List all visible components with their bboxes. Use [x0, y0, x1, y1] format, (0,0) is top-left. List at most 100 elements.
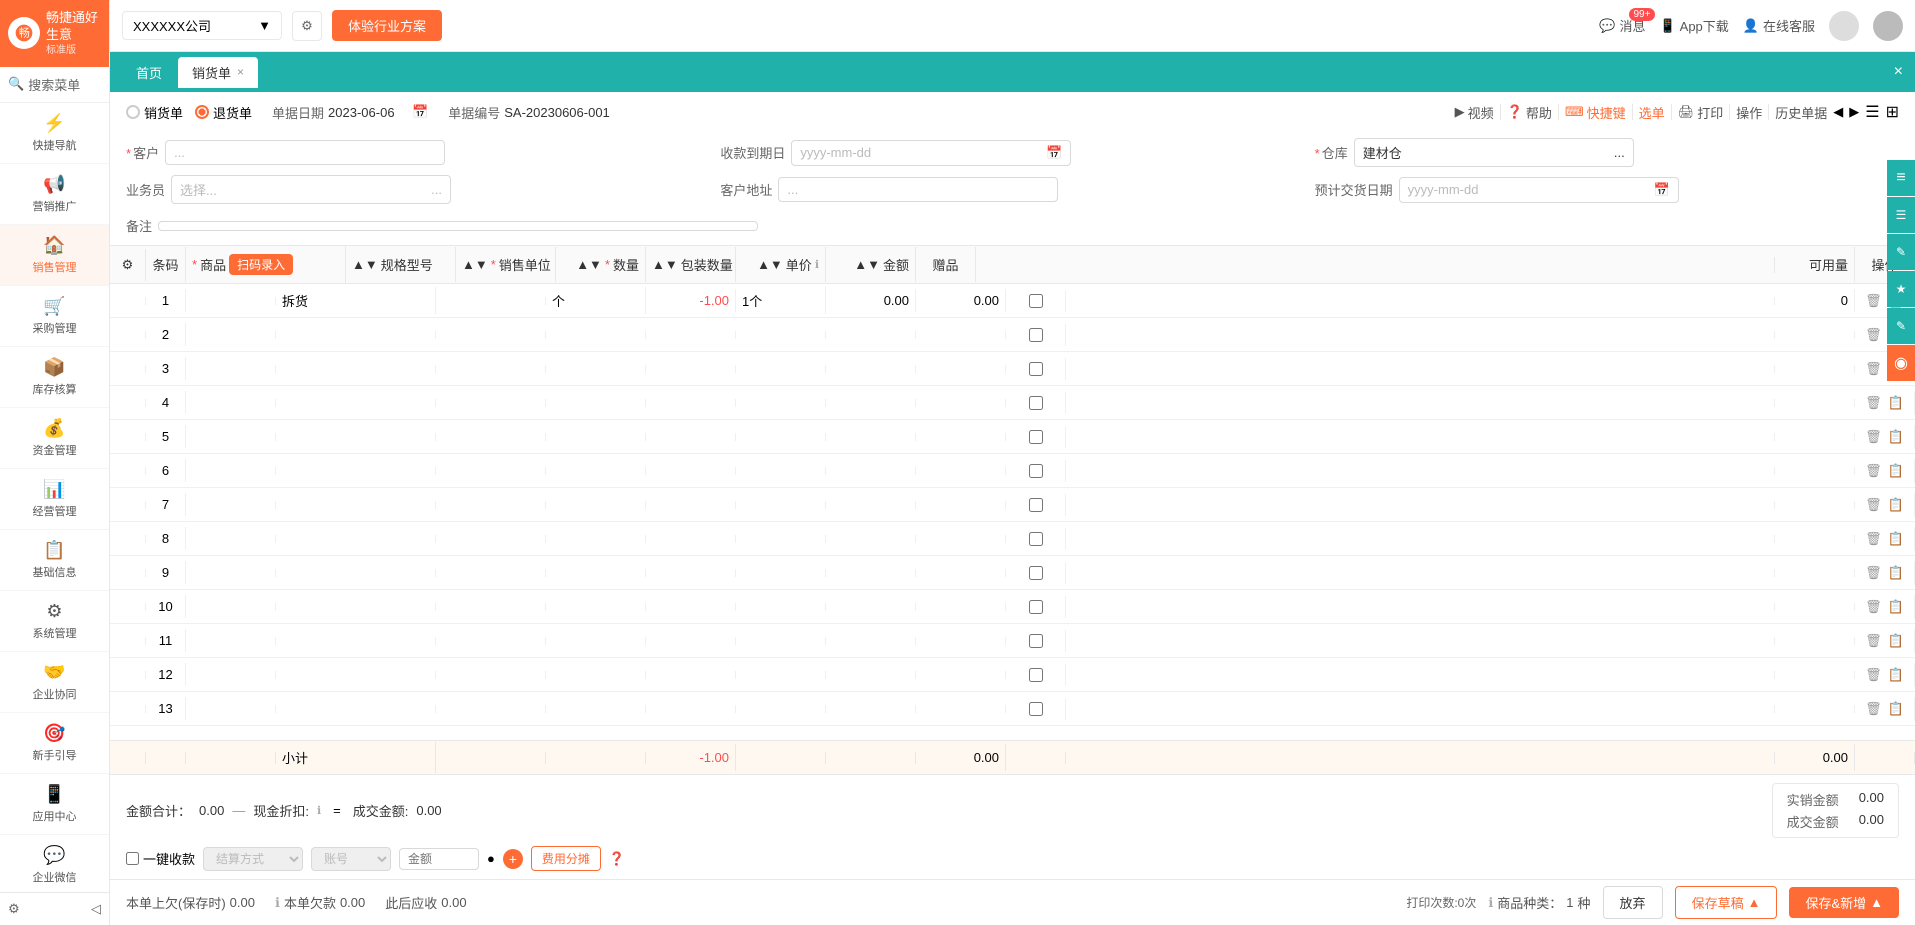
online-service-button[interactable]: 👤 在线客服	[1743, 16, 1815, 35]
td-spec-1[interactable]	[436, 297, 546, 305]
td-unit-2[interactable]	[546, 331, 646, 339]
delete-icon-2[interactable]: 🗑	[1865, 327, 1882, 343]
shortcut-btn[interactable]: ⌨ 快捷键	[1565, 103, 1626, 122]
delete-icon-7[interactable]: 🗑	[1865, 497, 1882, 513]
salesperson-input[interactable]: 选择... ...	[171, 175, 451, 204]
collapse-icon[interactable]: ◁	[91, 901, 101, 917]
sidebar-search[interactable]: 🔍 搜索菜单	[0, 67, 109, 103]
delete-icon-10[interactable]: 🗑	[1865, 599, 1882, 615]
td-spec-2[interactable]	[436, 331, 546, 339]
sidebar-item-quick-nav[interactable]: ⚡ 快捷导航	[0, 103, 109, 164]
video-btn[interactable]: ▶ 视频	[1455, 103, 1494, 122]
scan-button[interactable]: 扫码录入	[229, 254, 293, 275]
next-icon[interactable]: ▶	[1849, 104, 1859, 120]
copy-icon-12[interactable]: 📋	[1888, 667, 1904, 683]
help-btn[interactable]: ❓ 帮助	[1507, 103, 1552, 122]
sidebar-item-system[interactable]: ⚙ 系统管理	[0, 591, 109, 652]
delete-icon-5[interactable]: 🗑	[1865, 429, 1882, 445]
date-value[interactable]: 2023-06-06	[328, 105, 408, 120]
td-pack-1[interactable]: 1个	[736, 287, 826, 314]
calendar-icon[interactable]: 📅	[412, 104, 428, 120]
td-product-1[interactable]: 拆货	[276, 287, 436, 314]
prev-icon[interactable]: ◀	[1833, 104, 1843, 120]
select-btn[interactable]: 选单	[1639, 103, 1665, 122]
delete-icon-13[interactable]: 🗑	[1865, 701, 1882, 717]
delete-icon-1[interactable]: 🗑	[1865, 293, 1882, 309]
copy-icon-7[interactable]: 📋	[1888, 497, 1904, 513]
rf-btn-3[interactable]: ✎	[1887, 234, 1915, 270]
delivery-date-input[interactable]: yyyy-mm-dd 📅	[1399, 177, 1679, 203]
rf-btn-5[interactable]: ✎	[1887, 308, 1915, 344]
print-btn[interactable]: 🖨 打印	[1678, 103, 1724, 122]
tab-close-icon[interactable]: ×	[237, 65, 244, 79]
copy-icon-6[interactable]: 📋	[1888, 463, 1904, 479]
td-price-2[interactable]	[826, 331, 916, 339]
sidebar-item-finance[interactable]: 💰 资金管理	[0, 408, 109, 469]
td-note-1[interactable]	[1066, 297, 1775, 305]
customer-addr-input[interactable]: ...	[778, 177, 1058, 202]
copy-icon-4[interactable]: 📋	[1888, 395, 1904, 411]
experience-button[interactable]: 体验行业方案	[332, 10, 442, 41]
td-unit-1[interactable]: 个	[546, 287, 646, 314]
one-click-pay-checkbox[interactable]: 一键收款	[126, 849, 195, 868]
save-draft-button[interactable]: 保存草稿 ▲	[1675, 886, 1778, 919]
tab-active[interactable]: 销货单 ×	[178, 57, 258, 88]
customer-input[interactable]: ...	[165, 140, 445, 165]
due-date-input[interactable]: yyyy-mm-dd 📅	[791, 140, 1071, 166]
rf-btn-orange[interactable]: ◉	[1887, 345, 1915, 381]
message-button[interactable]: 💬 消息 99+	[1599, 16, 1645, 35]
td-note-2[interactable]	[1066, 331, 1775, 339]
delete-icon-9[interactable]: 🗑	[1865, 565, 1882, 581]
delete-icon-6[interactable]: 🗑	[1865, 463, 1882, 479]
copy-icon-5[interactable]: 📋	[1888, 429, 1904, 445]
th-settings[interactable]: ⚙	[110, 249, 146, 281]
sale-radio[interactable]: 销货单	[126, 103, 183, 122]
app-download-button[interactable]: 📱 App下载	[1659, 16, 1728, 35]
warehouse-input[interactable]: 建材仓 ...	[1354, 138, 1634, 167]
sidebar-item-guide[interactable]: 🎯 新手引导	[0, 713, 109, 774]
sidebar-item-purchase[interactable]: 🛒 采购管理	[0, 286, 109, 347]
td-gift-2[interactable]	[1006, 324, 1066, 346]
delete-icon-8[interactable]: 🗑	[1865, 531, 1882, 547]
history-btn[interactable]: 历史单据	[1775, 103, 1827, 122]
delete-icon-12[interactable]: 🗑	[1865, 667, 1882, 683]
td-qty-1[interactable]: -1.00	[646, 289, 736, 312]
return-radio[interactable]: 退货单	[195, 103, 252, 122]
close-tab-button[interactable]: ×	[1894, 63, 1903, 81]
gift-checkbox-2[interactable]	[1029, 328, 1043, 342]
grid-view-icon[interactable]: ⊞	[1886, 102, 1899, 122]
sidebar-item-operations[interactable]: 📊 经营管理	[0, 469, 109, 530]
sidebar-item-wechat[interactable]: 💬 企业微信	[0, 835, 109, 892]
td-amount-2[interactable]	[916, 331, 1006, 339]
td-gift-1[interactable]	[1006, 290, 1066, 312]
delete-icon-11[interactable]: 🗑	[1865, 633, 1882, 649]
account-select[interactable]: 账号	[311, 847, 391, 871]
settings-button[interactable]: ⚙	[292, 11, 322, 41]
td-price-1[interactable]: 0.00	[826, 289, 916, 312]
docno-value[interactable]: SA-20230606-001	[504, 105, 610, 120]
delete-icon-3[interactable]: 🗑	[1865, 361, 1882, 377]
td-pack-2[interactable]	[736, 331, 826, 339]
rf-btn-1[interactable]: ≡	[1887, 160, 1915, 196]
expense-button[interactable]: 费用分摊	[531, 846, 601, 871]
sidebar-item-appstore[interactable]: 📱 应用中心	[0, 774, 109, 835]
avatar[interactable]	[1829, 11, 1859, 41]
td-product-2[interactable]	[276, 331, 436, 339]
rf-btn-2[interactable]: ☰	[1887, 197, 1915, 233]
copy-icon-8[interactable]: 📋	[1888, 531, 1904, 547]
company-selector[interactable]: XXXXXX公司 ▼	[122, 11, 282, 40]
sidebar-item-sales[interactable]: 🏠 销售管理	[0, 225, 109, 286]
copy-icon-11[interactable]: 📋	[1888, 633, 1904, 649]
copy-icon-10[interactable]: 📋	[1888, 599, 1904, 615]
save-new-button[interactable]: 保存&新增 ▲	[1789, 887, 1899, 918]
remark-input[interactable]	[158, 221, 758, 231]
one-click-checkbox[interactable]	[126, 852, 139, 865]
sidebar-item-enterprise[interactable]: 🤝 企业协同	[0, 652, 109, 713]
delete-icon-4[interactable]: 🗑	[1865, 395, 1882, 411]
add-payment-button[interactable]: +	[503, 849, 523, 869]
tab-home[interactable]: 首页	[122, 57, 176, 88]
amount-input[interactable]	[399, 848, 479, 870]
copy-icon-13[interactable]: 📋	[1888, 701, 1904, 717]
copy-icon-9[interactable]: 📋	[1888, 565, 1904, 581]
td-qty-2[interactable]	[646, 331, 736, 339]
